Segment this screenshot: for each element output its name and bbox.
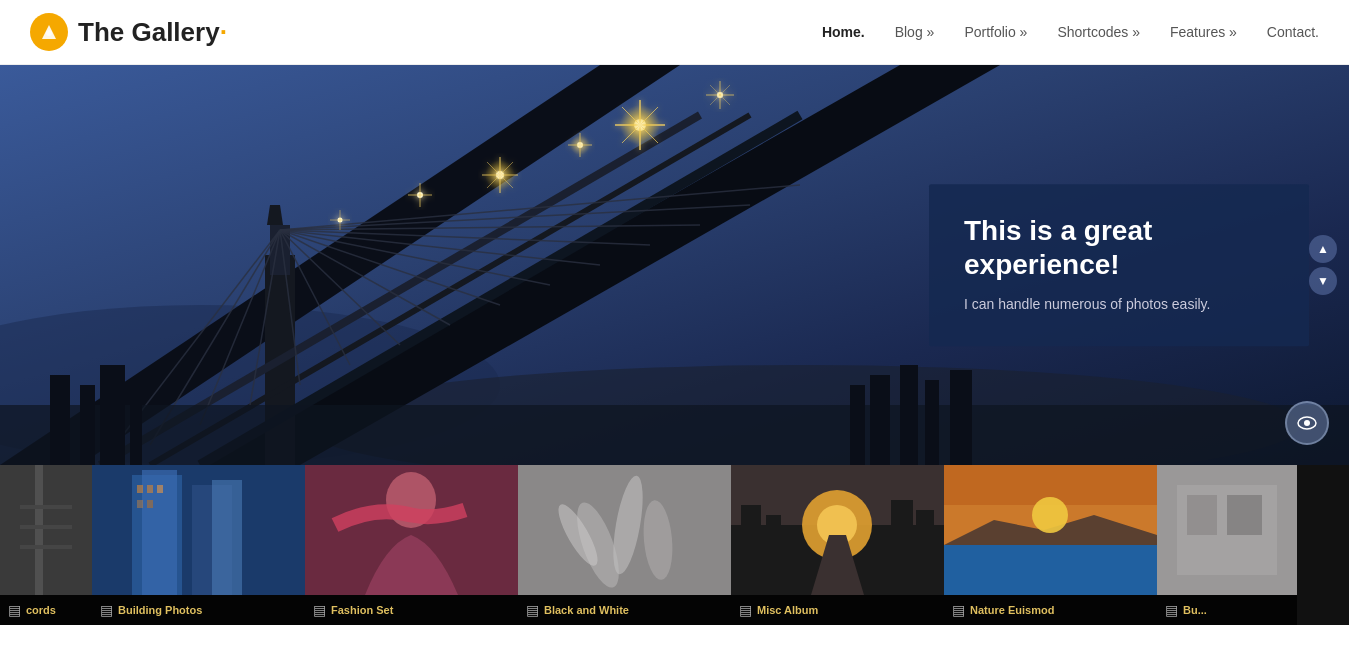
thumbnail-fashion-set[interactable]: ▤ Fashion Set [305,465,518,625]
nav-contact[interactable]: Contact. [1267,24,1319,40]
hero-subtitle: I can handle numerous of photos easily. [964,293,1274,315]
nav-home[interactable]: Home. [822,24,865,40]
next-arrow-button[interactable]: ▼ [1309,267,1337,295]
thumb-label-building: ▤ Building Photos [92,595,305,625]
folder-icon-partial: ▤ [1165,602,1178,618]
svg-rect-61 [900,365,918,465]
svg-rect-68 [20,505,72,509]
folder-icon-bw: ▤ [526,602,539,618]
logo-text: The Gallery· [78,17,227,48]
thumb-image-bw [518,465,731,595]
thumbnails-strip: ▤ cords ▤ Building Photos [0,465,1349,625]
thumb-image-fashion [305,465,518,595]
svg-rect-54 [0,405,1349,465]
svg-rect-70 [20,545,72,549]
thumb-title-bw: Black and White [544,604,629,616]
svg-rect-66 [0,465,92,595]
thumbnail-misc[interactable]: ▤ Misc Album [731,465,944,625]
nav-features[interactable]: Features » [1170,24,1237,40]
thumb-label-bw: ▤ Black and White [518,595,731,625]
folder-icon: ▤ [8,602,21,618]
hero-section: This is a great experience! I can handle… [0,65,1349,465]
svg-rect-58 [130,380,142,465]
svg-point-65 [1304,420,1310,426]
thumb-image-nature [944,465,1157,595]
slider-arrows: ▲ ▼ [1309,235,1337,295]
thumb-title-misc: Misc Album [757,604,818,616]
thumbnail-bw[interactable]: ▤ Black and White [518,465,731,625]
svg-rect-60 [870,375,890,465]
thumb-image-cords [0,465,92,595]
svg-rect-93 [741,505,761,595]
svg-rect-94 [766,515,781,595]
svg-rect-63 [950,370,972,465]
svg-rect-78 [157,485,163,493]
thumb-title-cords: cords [26,604,56,616]
thumb-title-fashion: Fashion Set [331,604,393,616]
svg-rect-80 [147,500,153,508]
nav-blog[interactable]: Blog » [895,24,935,40]
thumb-title-building: Building Photos [118,604,202,616]
thumb-label-nature: ▤ Nature Euismod [944,595,1157,625]
svg-rect-96 [916,510,934,595]
logo-icon [30,13,68,51]
thumb-label-fashion: ▤ Fashion Set [305,595,518,625]
svg-rect-75 [212,480,242,595]
svg-rect-62 [925,380,939,465]
svg-point-102 [1032,497,1068,533]
hero-background: This is a great experience! I can handle… [0,65,1349,465]
thumb-image-building [92,465,305,595]
folder-icon-fashion: ▤ [313,602,326,618]
thumb-title-partial: Bu... [1183,604,1207,616]
prev-arrow-button[interactable]: ▲ [1309,235,1337,263]
thumbnail-building-photos[interactable]: ▤ Building Photos [92,465,305,625]
nav-shortcodes[interactable]: Shortcodes » [1057,24,1140,40]
svg-point-47 [570,135,590,155]
svg-rect-76 [137,485,143,493]
svg-point-38 [485,160,515,190]
svg-rect-57 [100,365,125,465]
eye-button[interactable] [1285,401,1329,445]
svg-rect-67 [35,465,43,595]
folder-icon-misc: ▤ [739,602,752,618]
svg-rect-59 [850,385,865,465]
svg-rect-56 [80,385,95,465]
svg-rect-95 [891,500,913,595]
thumbnail-cords[interactable]: ▤ cords [0,465,92,625]
svg-point-32 [620,105,660,145]
thumb-title-nature: Nature Euismod [970,604,1054,616]
thumb-label-partial: ▤ Bu... [1157,595,1297,625]
svg-rect-77 [147,485,153,493]
thumbnail-partial[interactable]: ▤ Bu... [1157,465,1297,625]
logo-area: The Gallery· [30,13,227,51]
svg-rect-79 [137,500,143,508]
main-nav: Home. Blog » Portfolio » Shortcodes » Fe… [822,24,1319,40]
svg-rect-69 [20,525,72,529]
nav-portfolio[interactable]: Portfolio » [964,24,1027,40]
svg-rect-106 [1227,495,1262,535]
thumb-image-partial [1157,465,1297,595]
svg-point-0 [46,30,52,36]
svg-rect-100 [944,545,1157,595]
folder-icon-nature: ▤ [952,602,965,618]
thumb-label-misc: ▤ Misc Album [731,595,944,625]
thumbnail-nature[interactable]: ▤ Nature Euismod [944,465,1157,625]
svg-rect-105 [1187,495,1217,535]
svg-rect-55 [50,375,70,465]
thumb-label-cords: ▤ cords [0,595,92,625]
hero-text-box: This is a great experience! I can handle… [929,184,1309,346]
folder-icon-building: ▤ [100,602,113,618]
header: The Gallery· Home. Blog » Portfolio » Sh… [0,0,1349,65]
thumb-image-misc [731,465,944,595]
hero-title: This is a great experience! [964,214,1274,281]
